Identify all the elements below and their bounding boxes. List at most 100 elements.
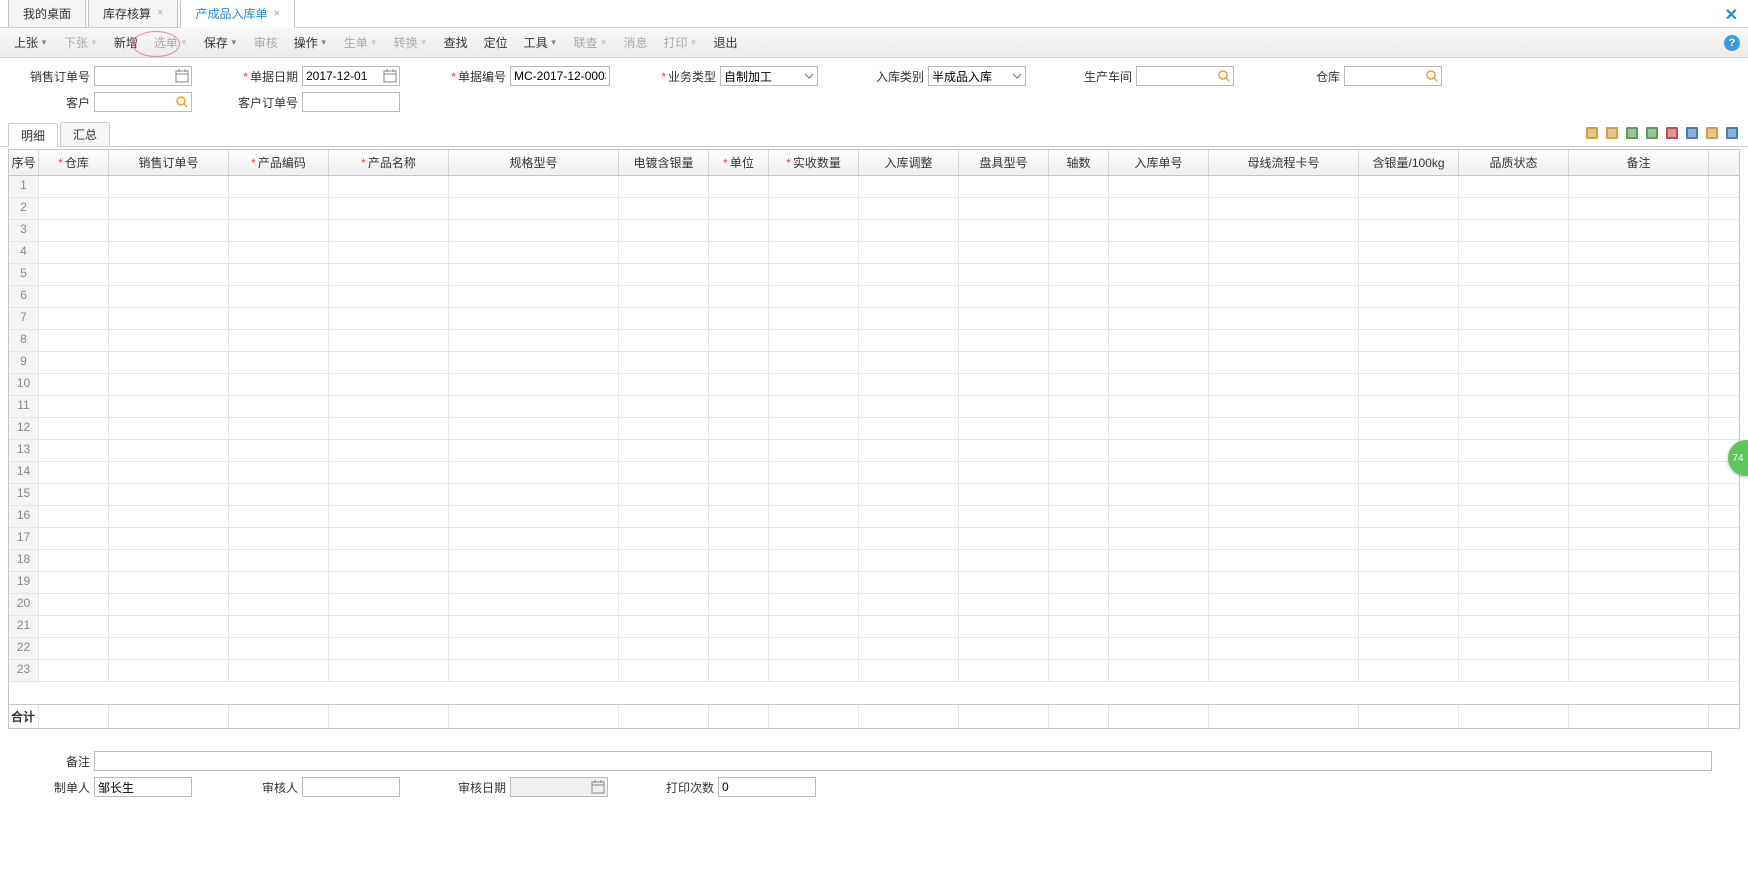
table-row[interactable]: 7 (9, 308, 1739, 330)
table-row[interactable]: 5 (9, 264, 1739, 286)
table-row[interactable]: 4 (9, 242, 1739, 264)
toolbar-新增[interactable]: 新增 (108, 31, 144, 54)
toolbar-定位[interactable]: 定位 (478, 31, 514, 54)
col-header-16[interactable]: 备注 (1569, 150, 1709, 175)
close-icon[interactable]: ✕ (1725, 5, 1738, 25)
chevron-down-icon: ▼ (180, 38, 188, 47)
tab-0[interactable]: 我的桌面 (8, 0, 86, 27)
horizontal-scrollbar[interactable] (8, 729, 1740, 745)
export-icon[interactable] (1624, 125, 1640, 141)
maker-input[interactable] (94, 777, 192, 797)
chevron-down-icon: ▼ (230, 38, 238, 47)
table-row[interactable]: 23 (9, 660, 1739, 682)
col-header-13[interactable]: 母线流程卡号 (1209, 150, 1359, 175)
chevron-down-icon: ▼ (320, 38, 328, 47)
doc-no-input[interactable] (510, 66, 610, 86)
sub-tab-bar: 明细汇总 (0, 122, 1748, 147)
paste-icon[interactable] (1604, 125, 1620, 141)
toolbar-工具[interactable]: 工具▼ (518, 31, 564, 54)
col-header-1[interactable]: *仓库 (39, 150, 109, 175)
print-count-input[interactable] (718, 777, 816, 797)
toolbar-退出[interactable]: 退出 (707, 31, 743, 54)
table-row[interactable]: 16 (9, 506, 1739, 528)
table-row[interactable]: 10 (9, 374, 1739, 396)
col-header-10[interactable]: 盘具型号 (959, 150, 1049, 175)
col-header-4[interactable]: *产品名称 (329, 150, 449, 175)
sales-order-input[interactable] (94, 66, 192, 86)
toolbar-保存[interactable]: 保存▼ (198, 31, 244, 54)
table-row[interactable]: 22 (9, 638, 1739, 660)
customer-input[interactable] (94, 92, 192, 112)
col-header-2[interactable]: 销售订单号 (109, 150, 229, 175)
tab-close-icon[interactable]: × (157, 7, 163, 19)
col-header-15[interactable]: 品质状态 (1459, 150, 1569, 175)
col-header-7[interactable]: *单位 (709, 150, 769, 175)
toolbar-查找[interactable]: 查找 (438, 31, 474, 54)
in-type-select[interactable] (928, 66, 1026, 86)
warehouse-input[interactable] (1344, 66, 1442, 86)
settings-icon[interactable] (1724, 125, 1740, 141)
chevron-down-icon: ▼ (420, 38, 428, 47)
subtab-明细[interactable]: 明细 (8, 123, 58, 147)
table-row[interactable]: 18 (9, 550, 1739, 572)
label-workshop: 生产车间 (1052, 68, 1136, 85)
col-header-14[interactable]: 含银量/100kg (1359, 150, 1459, 175)
col-header-3[interactable]: *产品编码 (229, 150, 329, 175)
table-row[interactable]: 3 (9, 220, 1739, 242)
cust-order-input[interactable] (302, 92, 400, 112)
chart-icon[interactable] (1704, 125, 1720, 141)
table-row[interactable]: 1 (9, 176, 1739, 198)
delete-row-icon[interactable] (1664, 125, 1680, 141)
chevron-down-icon: ▼ (550, 38, 558, 47)
tab-2[interactable]: 产成品入库单× (180, 0, 294, 28)
col-header-12[interactable]: 入库单号 (1109, 150, 1209, 175)
table-row[interactable]: 20 (9, 594, 1739, 616)
table-row[interactable]: 13 (9, 440, 1739, 462)
table-row[interactable]: 6 (9, 286, 1739, 308)
table-row[interactable]: 12 (9, 418, 1739, 440)
refresh-icon[interactable] (1684, 125, 1700, 141)
col-header-0[interactable]: 序号 (9, 150, 39, 175)
remark-input[interactable] (94, 751, 1712, 771)
copy-icon[interactable] (1584, 125, 1600, 141)
table-row[interactable]: 21 (9, 616, 1739, 638)
grid-body[interactable]: 1234567891011121314151617181920212223 (9, 176, 1739, 704)
label-warehouse: 仓库 (1260, 68, 1344, 85)
col-header-11[interactable]: 轴数 (1049, 150, 1109, 175)
table-row[interactable]: 14 (9, 462, 1739, 484)
col-header-6[interactable]: 电镀含银量 (619, 150, 709, 175)
label-maker: 制单人 (10, 779, 94, 796)
table-row[interactable]: 8 (9, 330, 1739, 352)
doc-date-input[interactable] (302, 66, 400, 86)
chevron-down-icon: ▼ (690, 38, 698, 47)
workshop-input[interactable] (1136, 66, 1234, 86)
label-doc-no: *单据编号 (426, 68, 510, 85)
auditor-input[interactable] (302, 777, 400, 797)
table-row[interactable]: 9 (9, 352, 1739, 374)
biz-type-select[interactable] (720, 66, 818, 86)
label-in-type: 入库类别 (844, 68, 928, 85)
col-header-5[interactable]: 规格型号 (449, 150, 619, 175)
toolbar-选单: 选单▼ (148, 31, 194, 54)
audit-date-input[interactable] (510, 777, 608, 797)
help-icon[interactable]: ? (1724, 35, 1740, 51)
table-row[interactable]: 19 (9, 572, 1739, 594)
chevron-down-icon: ▼ (370, 38, 378, 47)
footer-form: 备注 制单人 审核人 审核日期 打印次数 (0, 745, 1748, 809)
table-row[interactable]: 2 (9, 198, 1739, 220)
label-auditor: 审核人 (218, 779, 302, 796)
table-row[interactable]: 17 (9, 528, 1739, 550)
col-header-9[interactable]: 入库调整 (859, 150, 959, 175)
tab-close-icon[interactable]: × (273, 8, 279, 20)
table-row[interactable]: 15 (9, 484, 1739, 506)
import-icon[interactable] (1644, 125, 1660, 141)
subtab-汇总[interactable]: 汇总 (60, 122, 110, 146)
label-sales-order: 销售订单号 (10, 68, 94, 85)
grid-header: 序号*仓库销售订单号*产品编码*产品名称规格型号电镀含银量*单位*实收数量入库调… (9, 150, 1739, 176)
col-header-8[interactable]: *实收数量 (769, 150, 859, 175)
table-row[interactable]: 11 (9, 396, 1739, 418)
tab-1[interactable]: 库存核算× (88, 0, 178, 27)
toolbar-操作[interactable]: 操作▼ (288, 31, 334, 54)
label-customer: 客户 (10, 94, 94, 111)
toolbar-上张[interactable]: 上张▼ (8, 31, 54, 54)
